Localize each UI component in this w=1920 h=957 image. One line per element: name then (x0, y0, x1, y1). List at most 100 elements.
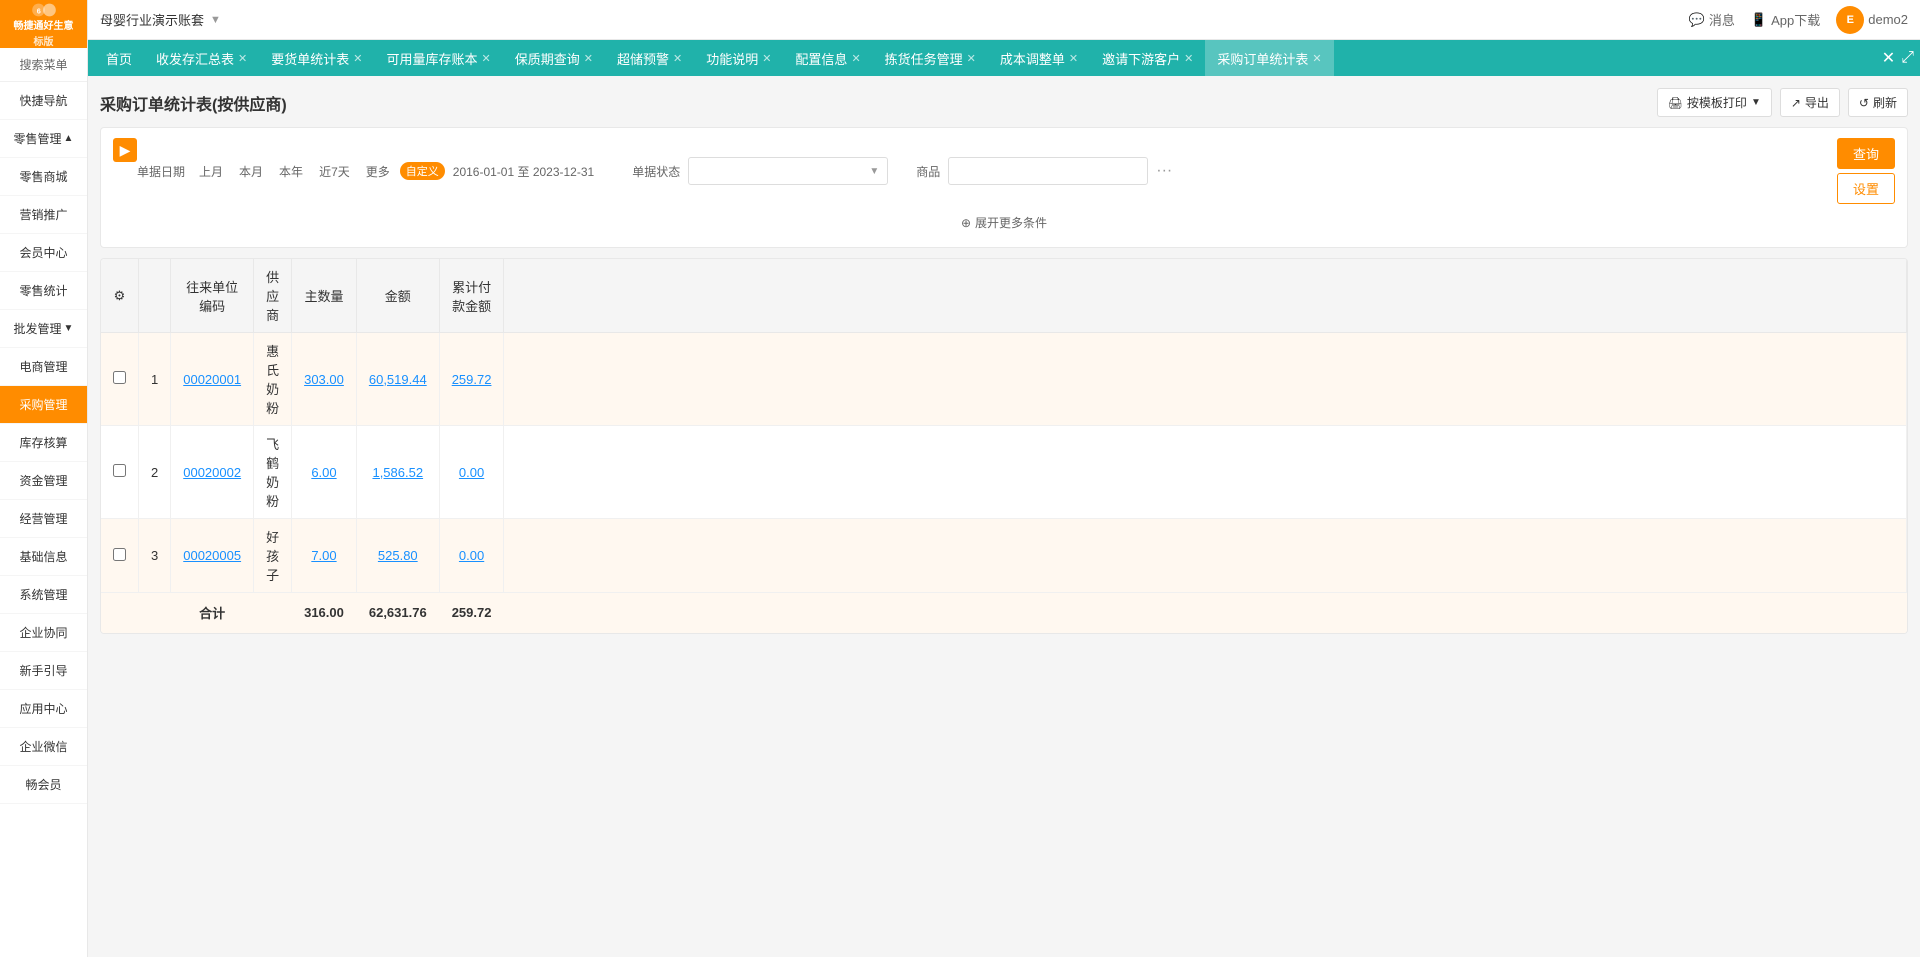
col-settings[interactable]: ⚙ (101, 259, 139, 333)
expand-label: 展开更多条件 (975, 214, 1047, 231)
tab-close-all-icon[interactable]: ✕ (1882, 48, 1895, 68)
sidebar-item-ecommerce[interactable]: 电商管理 (0, 348, 87, 386)
row-quantity[interactable]: 6.00 (292, 426, 357, 519)
row-quantity[interactable]: 7.00 (292, 519, 357, 593)
tab-overstock[interactable]: 超储预警 ✕ (605, 40, 694, 76)
row-checkbox-input[interactable] (113, 371, 126, 384)
main-content: 母婴行业演示账套 ▼ 💬 消息 📱 App下载 E demo2 首页 收发存汇总… (88, 0, 1920, 957)
tab-expiry-close-icon[interactable]: ✕ (584, 52, 593, 65)
shortcut-last-month[interactable]: 上月 (193, 161, 229, 182)
refresh-button[interactable]: ↺ 刷新 (1848, 88, 1908, 117)
footer-empty-2 (139, 593, 171, 633)
tab-home[interactable]: 首页 (94, 40, 144, 76)
workspace-selector[interactable]: 母婴行业演示账套 ▼ (100, 10, 221, 29)
sidebar-item-inventory[interactable]: 库存核算 (0, 424, 87, 462)
row-supplier-code[interactable]: 00020005 (171, 519, 254, 593)
tab-inventory-close-icon[interactable]: ✕ (482, 52, 491, 65)
sidebar-item-basic[interactable]: 基础信息 (0, 538, 87, 576)
shortcut-7days[interactable]: 近7天 (313, 161, 356, 182)
sidebar-item-vip[interactable]: 畅会员 (0, 766, 87, 804)
footer-paid: 259.72 (439, 593, 504, 633)
sidebar-item-operation[interactable]: 经营管理 (0, 500, 87, 538)
tab-config-close-icon[interactable]: ✕ (851, 52, 860, 65)
sidebar-item-retail-stat[interactable]: 零售统计 (0, 272, 87, 310)
sidebar-item-retail[interactable]: 零售管理 ▲ (0, 120, 87, 158)
user-menu[interactable]: E demo2 (1836, 6, 1908, 34)
tab-invite-close-icon[interactable]: ✕ (1184, 52, 1193, 65)
row-amount[interactable]: 60,519.44 (356, 333, 439, 426)
tab-expand-icon[interactable]: ⤢ (1901, 49, 1914, 67)
shortcut-more[interactable]: 更多 (360, 161, 396, 182)
shortcut-this-year[interactable]: 本年 (273, 161, 309, 182)
sidebar-item-system[interactable]: 系统管理 (0, 576, 87, 614)
tab-inventory[interactable]: 可用量库存账本 ✕ (374, 40, 502, 76)
shortcut-this-month[interactable]: 本月 (233, 161, 269, 182)
tab-config[interactable]: 配置信息 ✕ (783, 40, 872, 76)
row-checkbox[interactable] (101, 426, 139, 519)
row-supplier-code[interactable]: 00020002 (171, 426, 254, 519)
tab-purchase-stat[interactable]: 采购订单统计表 ✕ (1205, 40, 1333, 76)
sidebar-item-wholesale[interactable]: 批发管理 ▼ (0, 310, 87, 348)
tab-task[interactable]: 拣货任务管理 ✕ (873, 40, 988, 76)
svg-text:6: 6 (36, 7, 40, 16)
row-extra (504, 426, 1907, 519)
tab-collect[interactable]: 收发存汇总表 ✕ (144, 40, 259, 76)
tab-cost[interactable]: 成本调整单 ✕ (988, 40, 1090, 76)
tab-cost-close-icon[interactable]: ✕ (1069, 52, 1078, 65)
table-header-row: ⚙ 往来单位编码 供应商 主数量 金额 累计付款金额 (101, 259, 1907, 333)
sidebar-item-appstore[interactable]: 应用中心 (0, 690, 87, 728)
tab-func[interactable]: 功能说明 ✕ (694, 40, 783, 76)
goods-input[interactable] (948, 157, 1148, 185)
row-amount[interactable]: 525.80 (356, 519, 439, 593)
tab-func-close-icon[interactable]: ✕ (762, 52, 771, 65)
sidebar-search-label: 搜索菜单 (19, 58, 67, 72)
query-button[interactable]: 查询 (1837, 138, 1895, 169)
row-quantity[interactable]: 303.00 (292, 333, 357, 426)
tab-collect-close-icon[interactable]: ✕ (238, 52, 247, 65)
tab-invite[interactable]: 邀请下游客户 ✕ (1090, 40, 1205, 76)
sidebar-item-shortcut[interactable]: 快捷导航 (0, 82, 87, 120)
status-select[interactable]: ▼ (688, 157, 888, 185)
app-download-button[interactable]: 📱 App下载 (1751, 10, 1820, 29)
footer-empty-1 (101, 593, 139, 633)
sidebar-item-newbie[interactable]: 新手引导 (0, 652, 87, 690)
app-name: 畅捷通好生意 (14, 21, 74, 33)
tab-collect-label: 收发存汇总表 (156, 49, 234, 68)
sidebar-item-member[interactable]: 会员中心 (0, 234, 87, 272)
sidebar-item-capital[interactable]: 资金管理 (0, 462, 87, 500)
tab-purchase-stat-close-icon[interactable]: ✕ (1312, 52, 1321, 65)
filter-actions: 查询 设置 (1837, 138, 1895, 204)
top-right-actions: 💬 消息 📱 App下载 E demo2 (1689, 6, 1908, 34)
settings-button[interactable]: 设置 (1837, 173, 1895, 204)
sidebar-item-wechat[interactable]: 企业微信 (0, 728, 87, 766)
filter-toggle-button[interactable]: ▶ (113, 138, 137, 162)
tab-goods-stat-close-icon[interactable]: ✕ (353, 52, 362, 65)
page-title: 采购订单统计表(按供应商) (100, 91, 287, 115)
row-supplier-code[interactable]: 00020001 (171, 333, 254, 426)
row-paid[interactable]: 0.00 (439, 426, 504, 519)
tab-expiry[interactable]: 保质期查询 ✕ (503, 40, 605, 76)
row-amount[interactable]: 1,586.52 (356, 426, 439, 519)
message-button[interactable]: 💬 消息 (1689, 10, 1735, 29)
row-checkbox-input[interactable] (113, 464, 126, 477)
sidebar-item-purchase[interactable]: 采购管理 (0, 386, 87, 424)
message-icon: 💬 (1689, 12, 1705, 28)
sidebar-item-enterprise[interactable]: 企业协同 (0, 614, 87, 652)
settings-icon[interactable]: ⚙ (114, 288, 126, 303)
tab-goods-stat[interactable]: 要货单统计表 ✕ (259, 40, 374, 76)
tab-expiry-label: 保质期查询 (515, 49, 580, 68)
export-button[interactable]: ↗ 导出 (1780, 88, 1840, 117)
tab-overstock-close-icon[interactable]: ✕ (673, 52, 682, 65)
row-checkbox[interactable] (101, 333, 139, 426)
sidebar-item-marketing[interactable]: 营销推广 (0, 196, 87, 234)
expand-more-button[interactable]: ⊕ 展开更多条件 (113, 208, 1895, 237)
row-paid[interactable]: 0.00 (439, 519, 504, 593)
print-button[interactable]: 🖨 按模板打印 ▼ (1657, 88, 1772, 117)
tab-task-close-icon[interactable]: ✕ (967, 52, 976, 65)
goods-more-icon[interactable]: ··· (1156, 162, 1172, 180)
row-checkbox[interactable] (101, 519, 139, 593)
row-checkbox-input[interactable] (113, 548, 126, 561)
row-paid[interactable]: 259.72 (439, 333, 504, 426)
sidebar-item-retail-store[interactable]: 零售商城 (0, 158, 87, 196)
sidebar-item-search[interactable]: 搜索菜单 (0, 48, 87, 82)
